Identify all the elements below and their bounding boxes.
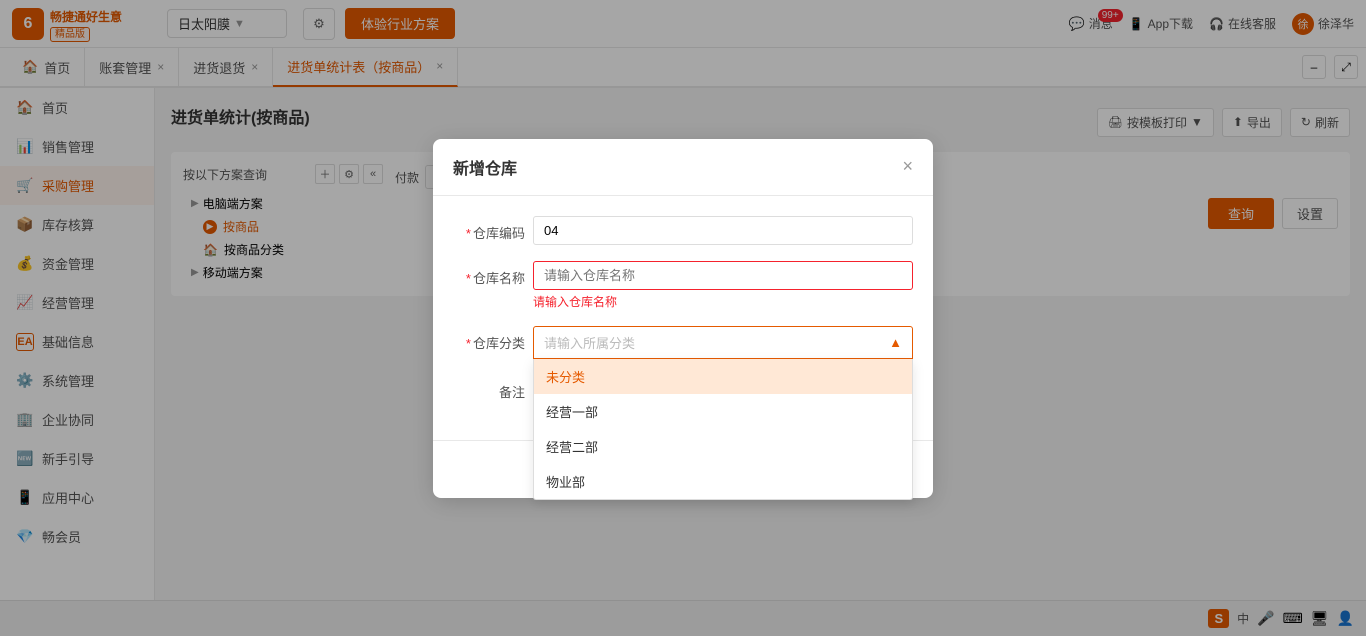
modal-overlay: 新增仓库 × 仓库编码 仓库名称 请输入仓库名称 仓库分类 (0, 0, 1366, 636)
warehouse-name-error: 请输入仓库名称 (533, 293, 913, 310)
modal-header: 新增仓库 × (433, 139, 933, 196)
warehouse-modal: 新增仓库 × 仓库编码 仓库名称 请输入仓库名称 仓库分类 (433, 139, 933, 498)
category-option-op1[interactable]: 经营一部 (534, 394, 912, 429)
category-option-property[interactable]: 物业部 (534, 464, 912, 499)
form-row-name: 仓库名称 请输入仓库名称 (453, 261, 913, 310)
category-dropdown-list: 未分类 经营一部 经营二部 物业部 (533, 359, 913, 500)
category-dropdown[interactable]: 请输入所属分类 ▲ 未分类 经营一部 经营二部 物业部 (533, 326, 913, 359)
warehouse-category-control: 请输入所属分类 ▲ 未分类 经营一部 经营二部 物业部 (533, 326, 913, 359)
form-row-category: 仓库分类 请输入所属分类 ▲ 未分类 经营一部 经营二部 物业部 (453, 326, 913, 359)
category-option-none[interactable]: 未分类 (534, 359, 912, 394)
form-row-code: 仓库编码 (453, 216, 913, 245)
category-option-op2[interactable]: 经营二部 (534, 429, 912, 464)
modal-close-button[interactable]: × (902, 156, 913, 177)
modal-body: 仓库编码 仓库名称 请输入仓库名称 仓库分类 请输入所 (433, 196, 933, 440)
category-input[interactable]: 请输入所属分类 ▲ (533, 326, 913, 359)
warehouse-code-input[interactable] (533, 216, 913, 245)
category-arrow-icon: ▲ (889, 335, 902, 350)
warehouse-code-label: 仓库编码 (453, 216, 533, 242)
warehouse-name-input[interactable] (533, 261, 913, 290)
remark-label: 备注 (453, 375, 533, 401)
warehouse-category-label: 仓库分类 (453, 326, 533, 352)
warehouse-name-label: 仓库名称 (453, 261, 533, 287)
warehouse-code-control (533, 216, 913, 245)
warehouse-name-control: 请输入仓库名称 (533, 261, 913, 310)
modal-title: 新增仓库 (453, 155, 517, 179)
